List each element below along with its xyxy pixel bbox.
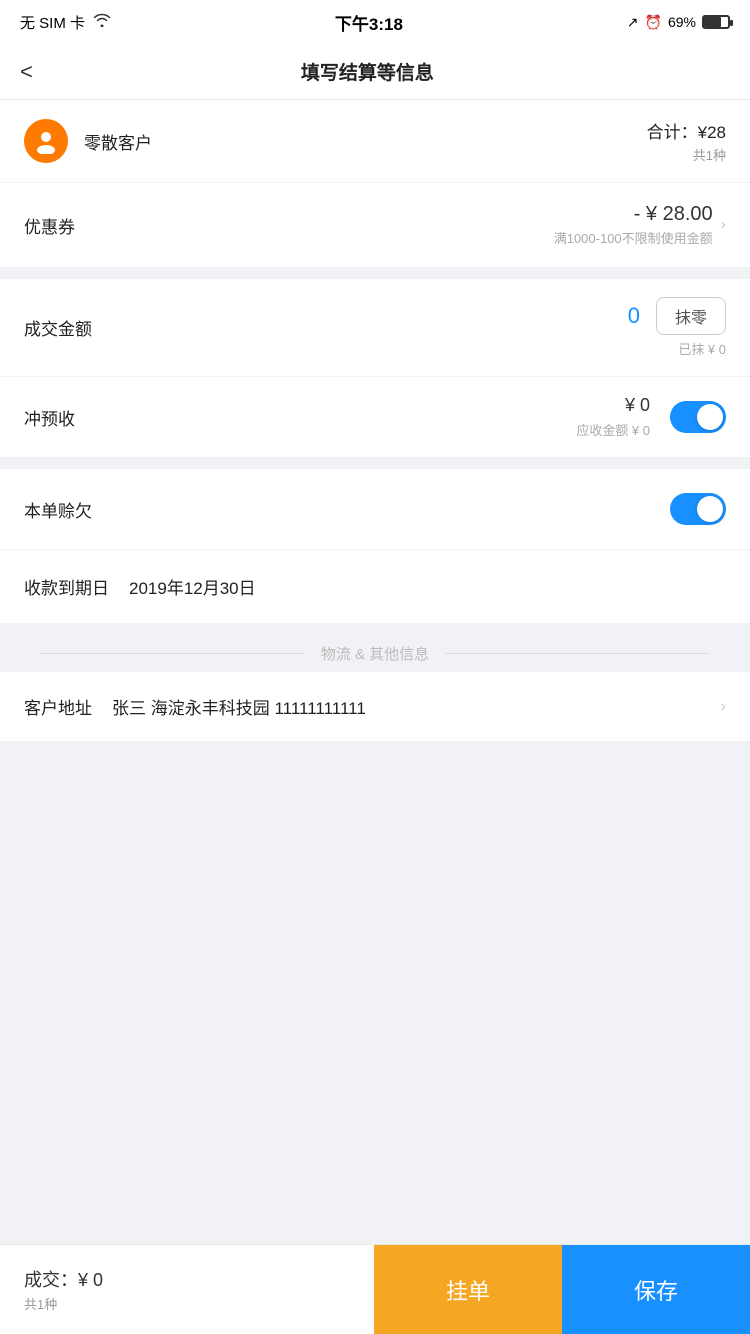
debt-toggle[interactable] bbox=[670, 493, 726, 525]
coupon-amount: - ¥ 28.00 bbox=[554, 203, 713, 226]
avatar bbox=[24, 119, 68, 163]
logistics-label: 物流 & 其他信息 bbox=[321, 643, 429, 664]
bottom-info: 成交：¥ 0 共1种 bbox=[0, 1266, 374, 1313]
battery-percent: 69% bbox=[668, 14, 696, 30]
bottom-bar: 成交：¥ 0 共1种 挂单 保存 bbox=[0, 1244, 750, 1334]
duedate-value: 2019年12月30日 bbox=[129, 574, 256, 599]
status-bar: 无 SIM 卡 下午3:18 ↗ ⏰ 69% bbox=[0, 0, 750, 44]
battery-icon bbox=[702, 15, 730, 29]
round-zero-button[interactable]: 抹零 bbox=[656, 297, 726, 335]
prepay-label: 冲预收 bbox=[24, 405, 104, 430]
duedate-label: 收款到期日 bbox=[24, 574, 109, 599]
deal-sub: 已抹 ¥ 0 bbox=[610, 339, 726, 358]
deal-right: 0 抹零 已抹 ¥ 0 bbox=[610, 297, 726, 358]
bottom-deal-amount: ¥ 0 bbox=[78, 1270, 103, 1290]
coupon-label: 优惠券 bbox=[24, 213, 104, 238]
page-title: 填写结算等信息 bbox=[45, 58, 690, 85]
debt-toggle-knob bbox=[697, 496, 723, 522]
back-button[interactable]: < bbox=[20, 51, 45, 93]
address-label: 客户地址 bbox=[24, 694, 104, 719]
hold-button[interactable]: 挂单 bbox=[374, 1245, 562, 1334]
prepay-toggle[interactable] bbox=[670, 401, 726, 433]
toggle-knob bbox=[697, 404, 723, 430]
alarm-icon: ⏰ bbox=[645, 14, 662, 31]
prepay-row: 冲预收 ¥ 0 应收金额 ¥ 0 bbox=[0, 377, 750, 457]
deal-card: 成交金额 0 抹零 已抹 ¥ 0 冲预收 ¥ 0 应收金额 ¥ 0 bbox=[0, 279, 750, 457]
coupon-row[interactable]: 优惠券 - ¥ 28.00 满1000-100不限制使用金额 › bbox=[0, 182, 750, 267]
no-sim-text: 无 SIM 卡 bbox=[20, 12, 85, 33]
chevron-right-icon: › bbox=[721, 216, 726, 234]
address-chevron-icon: › bbox=[721, 698, 726, 716]
prepay-receivable: 应收金额 ¥ 0 bbox=[576, 420, 650, 439]
status-right: ↗ ⏰ 69% bbox=[627, 14, 730, 31]
content: 零散客户 合计：¥28 共1种 优惠券 - ¥ 28.00 满1000-100不… bbox=[0, 100, 750, 853]
deal-amount-row: 成交金额 0 抹零 已抹 ¥ 0 bbox=[0, 279, 750, 377]
save-button[interactable]: 保存 bbox=[562, 1245, 750, 1334]
divider-line-left bbox=[40, 653, 305, 654]
debt-card: 本单赊欠 收款到期日 2019年12月30日 bbox=[0, 469, 750, 623]
address-card: 客户地址 张三 海淀永丰科技园 11111111111 › bbox=[0, 672, 750, 741]
wifi-icon bbox=[93, 13, 111, 31]
debt-row: 本单赊欠 bbox=[0, 469, 750, 550]
divider-line-right bbox=[445, 653, 710, 654]
status-left: 无 SIM 卡 bbox=[20, 12, 111, 33]
coupon-desc: 满1000-100不限制使用金额 bbox=[554, 228, 713, 247]
coupon-info: - ¥ 28.00 满1000-100不限制使用金额 bbox=[554, 203, 713, 247]
customer-name: 零散客户 bbox=[84, 129, 152, 154]
total-amount: 合计：¥28 bbox=[647, 118, 726, 143]
nav-bar: < 填写结算等信息 bbox=[0, 44, 750, 100]
location-icon: ↗ bbox=[627, 14, 639, 31]
duedate-row: 收款到期日 2019年12月30日 bbox=[0, 550, 750, 623]
customer-total: 合计：¥28 共1种 bbox=[647, 118, 726, 164]
prepay-right: ¥ 0 应收金额 ¥ 0 bbox=[576, 395, 726, 439]
customer-card: 零散客户 合计：¥28 共1种 优惠券 - ¥ 28.00 满1000-100不… bbox=[0, 100, 750, 267]
prepay-values: ¥ 0 应收金额 ¥ 0 bbox=[576, 395, 650, 439]
total-count: 共1种 bbox=[647, 145, 726, 164]
logistics-divider: 物流 & 其他信息 bbox=[0, 643, 750, 664]
debt-label: 本单赊欠 bbox=[24, 497, 104, 522]
logistics-section: 物流 & 其他信息 bbox=[0, 635, 750, 672]
coupon-right: - ¥ 28.00 满1000-100不限制使用金额 › bbox=[554, 203, 726, 247]
bottom-deal-label: 成交： bbox=[24, 1270, 78, 1290]
deal-value-area: 0 抹零 bbox=[610, 297, 726, 335]
status-time: 下午3:18 bbox=[335, 10, 403, 35]
deal-label: 成交金额 bbox=[24, 315, 104, 340]
address-value: 张三 海淀永丰科技园 11111111111 bbox=[112, 694, 713, 719]
deal-number[interactable]: 0 bbox=[610, 303, 640, 329]
address-row[interactable]: 客户地址 张三 海淀永丰科技园 11111111111 › bbox=[0, 672, 750, 741]
prepay-amount: ¥ 0 bbox=[576, 395, 650, 416]
bottom-count: 共1种 bbox=[24, 1294, 350, 1313]
customer-row: 零散客户 合计：¥28 共1种 bbox=[0, 100, 750, 182]
bottom-deal-text: 成交：¥ 0 bbox=[24, 1266, 350, 1292]
